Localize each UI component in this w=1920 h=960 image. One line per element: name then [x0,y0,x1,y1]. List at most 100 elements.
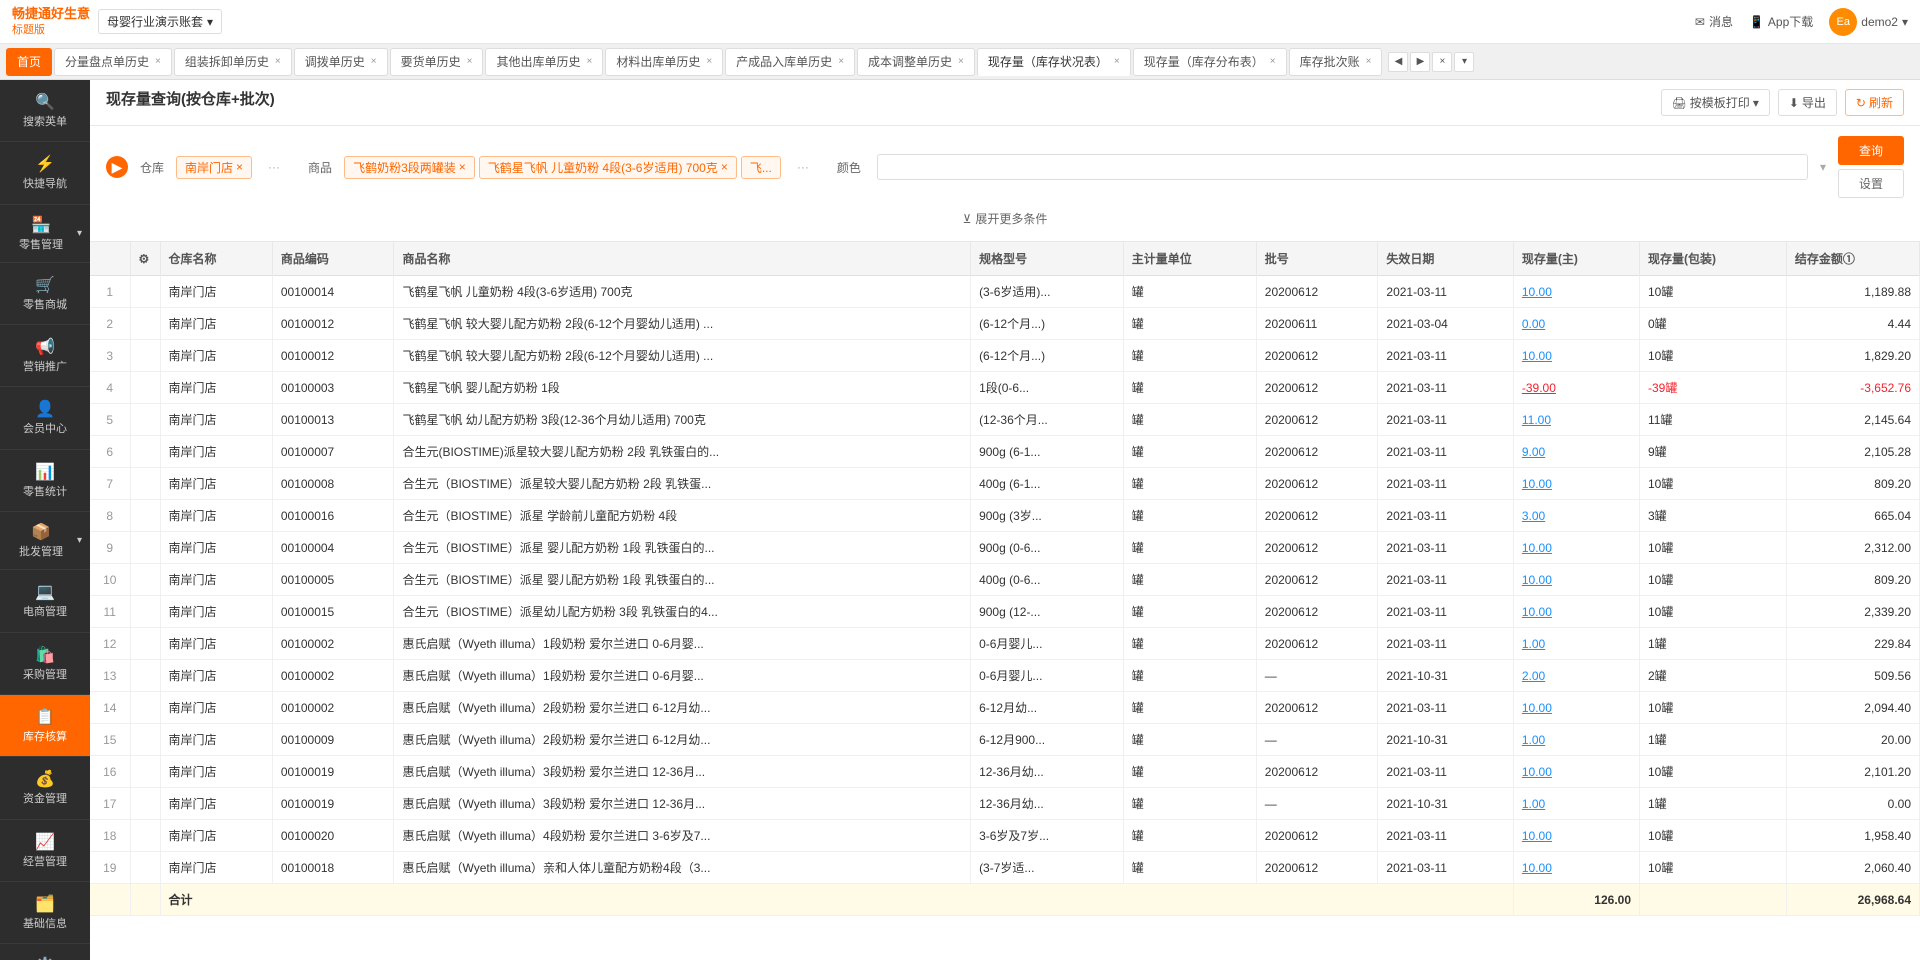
cell-warehouse: 南岸门店 [160,692,272,724]
tab-requisition[interactable]: 要货单历史 × [390,48,484,76]
org-selector[interactable]: 母婴行业演示账套 ▾ [98,9,222,34]
color-input[interactable] [877,154,1808,180]
cell-spec: 900g (6-1... [971,436,1124,468]
page-title: 现存量查询(按仓库+批次) [106,88,275,117]
tab-menu-btn[interactable]: ▾ [1454,52,1474,72]
cell-stock-main[interactable]: 1.00 [1513,628,1639,660]
main-layout: 🔍 搜索英单 ⚡ 快捷导航 🏪 零售管理 ▾ 🛒 零售商城 📢 营销推广 👤 会… [0,80,1920,960]
expand-more-btn[interactable]: ⊻ 展开更多条件 [106,206,1904,231]
close-icon[interactable]: × [838,56,844,67]
cell-stock-main[interactable]: 10.00 [1513,564,1639,596]
cell-stock-main[interactable]: 10.00 [1513,276,1639,308]
product-tag-1[interactable]: 飞鹤星飞帆 儿童奶粉 4段(3-6岁适用) 700克 × [479,156,737,179]
user-area[interactable]: Ea demo2 ▾ [1829,8,1908,36]
footer-stock-total: 126.00 [1513,884,1639,916]
cell-stock-main[interactable]: 1.00 [1513,724,1639,756]
cell-stock-main[interactable]: 10.00 [1513,692,1639,724]
content-area: 现存量查询(按仓库+批次) 🖨 按模板打印 ▾ ⬇ 导出 ↻ 刷新 [90,80,1920,960]
sidebar-item-quicknav[interactable]: ⚡ 快捷导航 [0,142,90,204]
cell-stock-main[interactable]: 3.00 [1513,500,1639,532]
query-button[interactable]: 查询 [1838,136,1904,165]
sidebar-item-basic[interactable]: 🗂️ 基础信息 [0,882,90,944]
cell-setting [130,308,160,340]
cell-stock-main[interactable]: 10.00 [1513,756,1639,788]
sidebar-item-marketing[interactable]: 📢 营销推广 [0,325,90,387]
cell-stock-main[interactable]: -39.00 [1513,372,1639,404]
col-unit: 主计量单位 [1123,242,1256,276]
cell-stock-main[interactable]: 10.00 [1513,340,1639,372]
sidebar-item-system[interactable]: ⚙️ 系统管理 [0,944,90,960]
sidebar-item-retail-stats[interactable]: 📊 零售统计 [0,450,90,512]
cell-product-code: 00100014 [272,276,394,308]
close-icon[interactable]: × [1114,56,1120,67]
sidebar-item-wholesale[interactable]: 📦 批发管理 ▾ [0,512,90,570]
tab-inventory-dist[interactable]: 现存量（库存分布表） × [1133,48,1287,76]
close-icon[interactable]: × [371,56,377,67]
cell-stock-main[interactable]: 10.00 [1513,852,1639,884]
cell-stock-main[interactable]: 2.00 [1513,660,1639,692]
expand-arrow-btn[interactable]: ▶ [106,156,128,178]
close-icon[interactable]: × [1270,56,1276,67]
refresh-btn[interactable]: ↻ 刷新 [1845,89,1904,116]
sidebar-item-inventory[interactable]: 📋 库存核算 [0,695,90,757]
cell-stock-main[interactable]: 10.00 [1513,596,1639,628]
cell-stock-main[interactable]: 10.00 [1513,468,1639,500]
tab-close-btn[interactable]: × [1432,52,1452,72]
cell-stock-main[interactable]: 9.00 [1513,436,1639,468]
close-icon[interactable]: × [275,56,281,67]
print-template-btn[interactable]: 🖨 按模板打印 ▾ [1661,89,1770,116]
tab-disassemble[interactable]: 组装拆卸单历史 × [174,48,292,76]
close-icon[interactable]: × [1366,56,1372,67]
close-icon[interactable]: × [958,56,964,67]
cell-stock-main[interactable]: 10.00 [1513,532,1639,564]
cell-stock-main[interactable]: 1.00 [1513,788,1639,820]
tab-cost-adjust[interactable]: 成本调整单历史 × [857,48,975,76]
cell-stock-main[interactable]: 10.00 [1513,820,1639,852]
sidebar-item-search[interactable]: 🔍 搜索英单 [0,80,90,142]
tab-picking[interactable]: 调拨单历史 × [294,48,388,76]
tab-inventory-status[interactable]: 现存量（库存状况表） × [977,48,1131,76]
cell-stock-main[interactable]: 0.00 [1513,308,1639,340]
sidebar-item-purchase[interactable]: 🛍️ 采购管理 [0,633,90,695]
org-label: 母婴行业演示账套 [107,13,203,30]
product-tag-1-close[interactable]: × [721,160,728,174]
sidebar-item-retail-shop[interactable]: 🛒 零售商城 [0,263,90,325]
product-tag-0[interactable]: 飞鹤奶粉3段两罐装 × [344,156,475,179]
sidebar-item-finance[interactable]: 💰 资金管理 [0,757,90,819]
cell-index: 15 [90,724,130,756]
warehouse-tag-close-icon[interactable]: × [236,160,243,174]
sidebar-item-member[interactable]: 👤 会员中心 [0,387,90,449]
col-setting[interactable]: ⚙ [130,242,160,276]
app-download-btn[interactable]: 📱 App下载 [1749,13,1813,30]
warehouse-tag-0[interactable]: 南岸门店 × [176,156,252,179]
close-icon[interactable]: × [706,56,712,67]
tab-prev-btn[interactable]: ◀ [1388,52,1408,72]
tab-material-outbound[interactable]: 材料出库单历史 × [605,48,723,76]
tab-product-inbound[interactable]: 产成品入库单历史 × [725,48,855,76]
cell-setting [130,756,160,788]
tab-next-btn[interactable]: ▶ [1410,52,1430,72]
tab-home[interactable]: 首页 [6,48,52,76]
export-btn[interactable]: ⬇ 导出 [1778,89,1837,116]
close-icon[interactable]: × [586,56,592,67]
cell-stock-main[interactable]: 11.00 [1513,404,1639,436]
cell-batch: 20200612 [1256,532,1378,564]
message-btn[interactable]: ✉ 消息 [1695,13,1733,30]
tab-batch-voucher[interactable]: 库存批次账 × [1289,48,1383,76]
close-icon[interactable]: × [155,56,161,67]
cell-spec: 0-6月婴儿... [971,628,1124,660]
close-icon[interactable]: × [467,56,473,67]
product-tag-0-close[interactable]: × [459,160,466,174]
sidebar-item-operations[interactable]: 📈 经营管理 [0,820,90,882]
cell-index: 10 [90,564,130,596]
table-row: 17 南岸门店 00100019 惠氏启赋（Wyeth illuma）3段奶粉 … [90,788,1920,820]
tab-split-inventory[interactable]: 分量盘点单历史 × [54,48,172,76]
sidebar-item-ecommerce[interactable]: 💻 电商管理 [0,570,90,632]
ecommerce-icon: 💻 [35,582,55,602]
setting-button[interactable]: 设置 [1838,169,1904,198]
cell-batch: 20200612 [1256,372,1378,404]
tab-other-outbound[interactable]: 其他出库单历史 × [485,48,603,76]
product-tag-more[interactable]: 飞... [741,156,781,179]
sidebar-item-retail[interactable]: 🏪 零售管理 ▾ [0,205,90,263]
color-dropdown-icon[interactable]: ▾ [1820,160,1826,174]
